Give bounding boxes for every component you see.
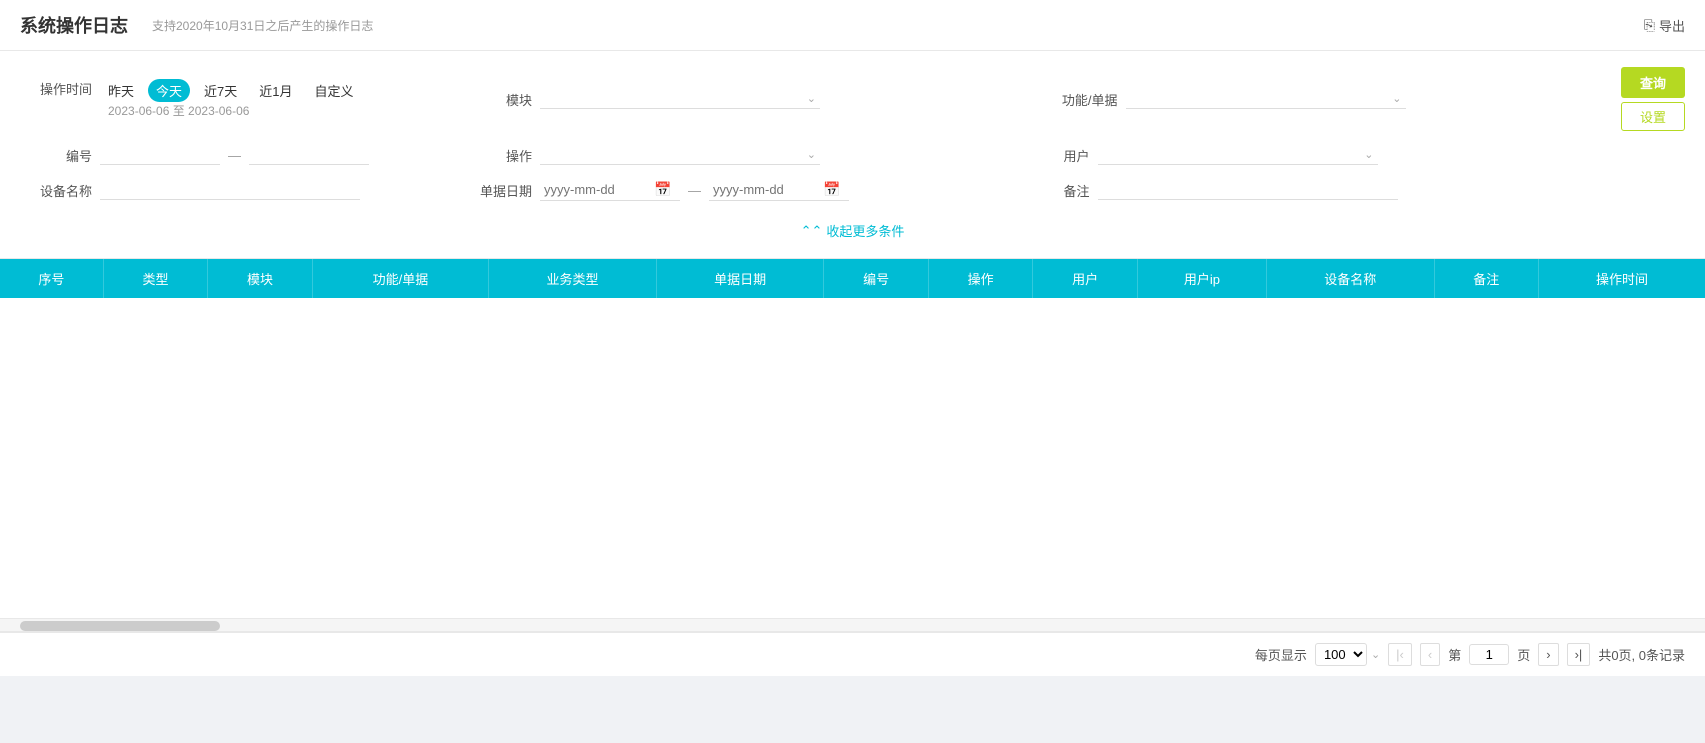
user-select-input[interactable] [1102,147,1361,162]
col-biztype: 业务类型 [489,259,657,298]
function-chevron-icon: ⌄ [1392,92,1401,105]
per-page-chevron-icon: ⌄ [1371,648,1380,661]
function-select-input[interactable] [1130,91,1389,106]
calendar-to-icon[interactable]: 📅 [823,181,840,198]
col-voucherdate: 单据日期 [656,259,824,298]
device-input[interactable] [100,180,360,200]
horizontal-scrollbar[interactable] [0,618,1705,632]
table-header: 序号 类型 模块 功能/单据 业务类型 单据日期 编号 操作 用户 用户ip 设… [0,259,1705,298]
calendar-from-icon[interactable]: 📅 [654,181,671,198]
date-from-input[interactable] [544,182,654,197]
time-btn-1month[interactable]: 近1月 [251,79,300,102]
col-user: 用户 [1033,259,1137,298]
module-select[interactable]: ⌄ [540,89,820,109]
operation-select[interactable]: ⌄ [540,145,820,165]
voucher-date-label: 单据日期 [460,181,540,200]
device-label: 设备名称 [20,181,100,200]
page-last-button[interactable]: ›| [1567,643,1591,666]
page-header: 系统操作日志 支持2020年10月31日之后产生的操作日志 ⎘ 导出 [0,0,1705,51]
export-label: 导出 [1659,16,1685,35]
date-to-wrapper: 📅 [709,179,849,201]
module-label: 模块 [460,90,540,109]
operation-select-input[interactable] [544,147,803,162]
total-text: 共0页, 0条记录 [1598,645,1685,664]
col-module: 模块 [208,259,312,298]
per-page-select[interactable]: 10 20 50 100 200 [1315,643,1367,666]
page-input[interactable]: 1 [1469,644,1509,665]
time-label: 操作时间 [20,79,100,98]
module-chevron-icon: ⌄ [807,92,816,105]
action-buttons: 查询 设置 [1621,67,1685,131]
page-label: 第 [1448,645,1461,664]
pagination-bar: 每页显示 10 20 50 100 200 ⌄ |‹ ‹ 第 1 页 › ›| … [0,632,1705,676]
number-label: 编号 [20,146,100,165]
col-number: 编号 [824,259,928,298]
page-first-button[interactable]: |‹ [1388,643,1412,666]
export-icon: ⎘ [1644,17,1655,34]
empty-area [0,298,1705,618]
col-optime: 操作时间 [1539,259,1705,298]
collapse-bar[interactable]: ⌃⌃ 收起更多条件 [20,215,1685,250]
user-label: 用户 [1018,146,1098,165]
page-next-button[interactable]: › [1538,643,1558,666]
page-title: 系统操作日志 [20,12,128,38]
number-dash: — [228,148,241,163]
date-to-input[interactable] [713,182,823,197]
time-buttons: 昨天 今天 近7天 近1月 自定义 [100,79,362,102]
filter-row-1: 操作时间 昨天 今天 近7天 近1月 自定义 2023-06-06 至 2023… [20,67,1685,131]
settings-button[interactable]: 设置 [1621,102,1685,131]
col-userip: 用户ip [1137,259,1266,298]
user-chevron-icon: ⌄ [1364,148,1373,161]
collapse-chevron-icon: ⌃⌃ [801,223,823,239]
time-btn-custom[interactable]: 自定义 [307,79,362,102]
time-btn-yesterday[interactable]: 昨天 [100,79,142,102]
function-select[interactable]: ⌄ [1126,89,1406,109]
per-page-label: 每页显示 [1255,645,1307,664]
col-remark: 备注 [1434,259,1538,298]
col-function: 功能/单据 [312,259,488,298]
time-btn-7days[interactable]: 近7天 [196,79,245,102]
export-button[interactable]: ⎘ 导出 [1644,16,1685,35]
per-page-select-wrapper: 10 20 50 100 200 ⌄ [1315,643,1380,666]
table-container: 序号 类型 模块 功能/单据 业务类型 单据日期 编号 操作 用户 用户ip 设… [0,259,1705,618]
scrollbar-thumb[interactable] [20,621,220,631]
number-from-input[interactable] [100,145,220,165]
table-header-row: 序号 类型 模块 功能/单据 业务类型 单据日期 编号 操作 用户 用户ip 设… [0,259,1705,298]
data-table: 序号 类型 模块 功能/单据 业务类型 单据日期 编号 操作 用户 用户ip 设… [0,259,1705,298]
page-subtitle: 支持2020年10月31日之后产生的操作日志 [152,17,373,34]
remark-label: 备注 [1018,181,1098,200]
date-from-wrapper: 📅 [540,179,680,201]
collapse-label: 收起更多条件 [826,221,904,240]
operation-label: 操作 [460,146,540,165]
col-seq: 序号 [0,259,103,298]
col-device: 设备名称 [1266,259,1434,298]
page-prev-button[interactable]: ‹ [1420,643,1440,666]
filter-row-2: 编号 — 操作 ⌄ 用户 ⌄ [20,145,1685,165]
page-suffix: 页 [1517,645,1530,664]
date-dash: — [688,183,701,198]
remark-input[interactable] [1098,180,1398,200]
query-button[interactable]: 查询 [1621,67,1685,98]
col-type: 类型 [103,259,207,298]
col-operation: 操作 [928,259,1032,298]
operation-chevron-icon: ⌄ [807,148,816,161]
time-btn-today[interactable]: 今天 [148,79,190,102]
time-range-text: 2023-06-06 至 2023-06-06 [108,102,362,119]
user-select[interactable]: ⌄ [1098,145,1378,165]
function-label: 功能/单据 [1046,90,1126,109]
module-select-input[interactable] [544,91,803,106]
filter-row-3: 设备名称 单据日期 📅 — 📅 备注 [20,179,1685,201]
number-to-input[interactable] [249,145,369,165]
filter-panel: 操作时间 昨天 今天 近7天 近1月 自定义 2023-06-06 至 2023… [0,51,1705,259]
